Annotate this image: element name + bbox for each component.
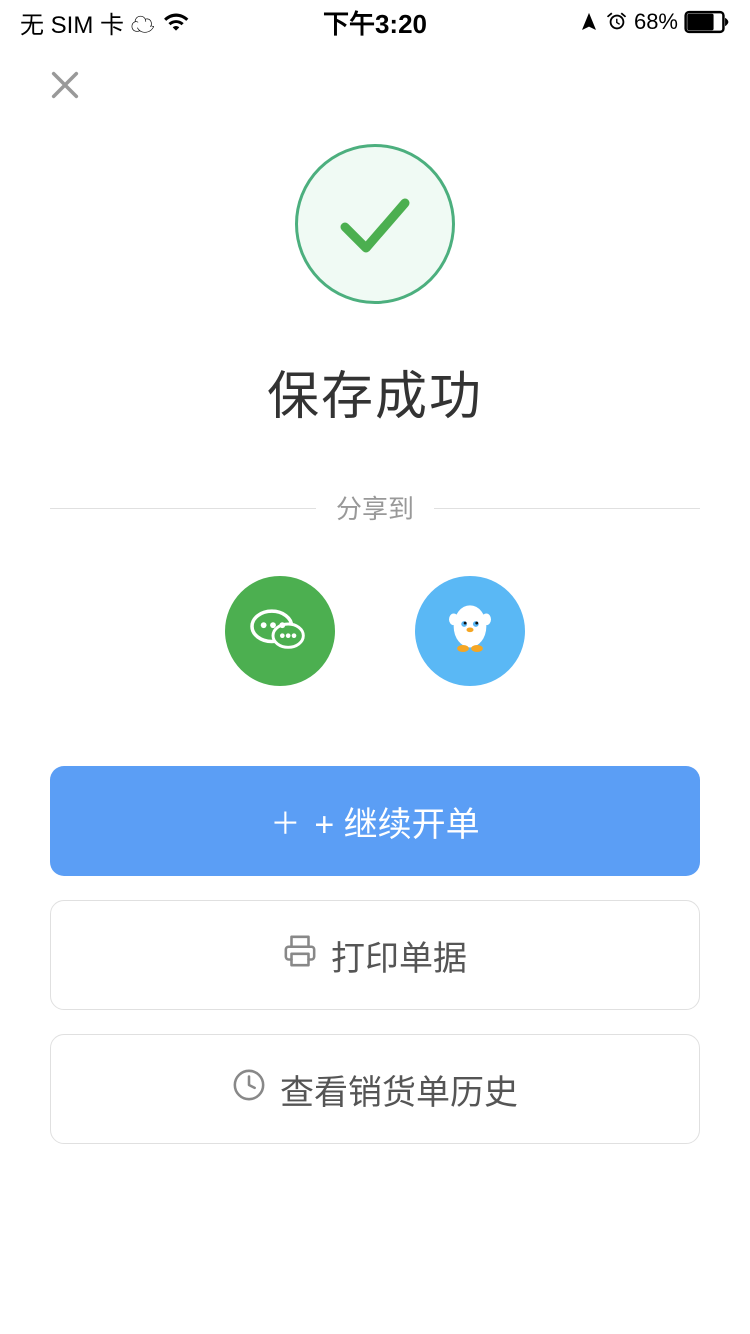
main-content: 保存成功 分享到 [0,44,750,1144]
alarm-icon [606,11,628,33]
action-buttons: ＋ + 继续开单 打印单据 查看销货单历史 [0,766,750,1144]
wechat-icon [245,596,315,666]
sim-status: 无 SIM 卡 ☁ [20,5,155,40]
checkmark-icon [330,179,420,269]
print-label: 打印单据 [331,931,467,980]
qq-share-button[interactable] [415,576,525,686]
battery-icon [684,9,730,35]
history-button[interactable]: 查看销货单历史 [50,1034,700,1144]
wechat-share-button[interactable] [225,576,335,686]
battery-percent: 68% [634,9,678,35]
share-divider: 分享到 [50,489,700,526]
success-title: 保存成功 [267,354,483,429]
plus-icon: ＋ [270,799,300,843]
location-icon [578,11,600,33]
status-time: 下午3:20 [323,4,427,41]
history-label: 查看销货单历史 [280,1065,518,1114]
continue-label: + 继续开单 [314,797,479,846]
continue-button[interactable]: ＋ + 继续开单 [50,766,700,876]
print-button[interactable]: 打印单据 [50,900,700,1010]
share-section: 分享到 [0,489,750,686]
history-icon [232,1068,266,1110]
close-button[interactable] [40,60,90,110]
qq-icon [435,596,505,666]
print-icon [283,934,317,976]
share-label: 分享到 [316,494,434,524]
status-right: 68% [578,9,730,35]
wifi-icon [163,9,189,35]
success-icon-circle [295,144,455,304]
status-bar: 无 SIM 卡 ☁ 下午3:20 68% [0,0,750,44]
share-icons-row [50,576,700,686]
status-left: 无 SIM 卡 ☁ [20,5,189,40]
